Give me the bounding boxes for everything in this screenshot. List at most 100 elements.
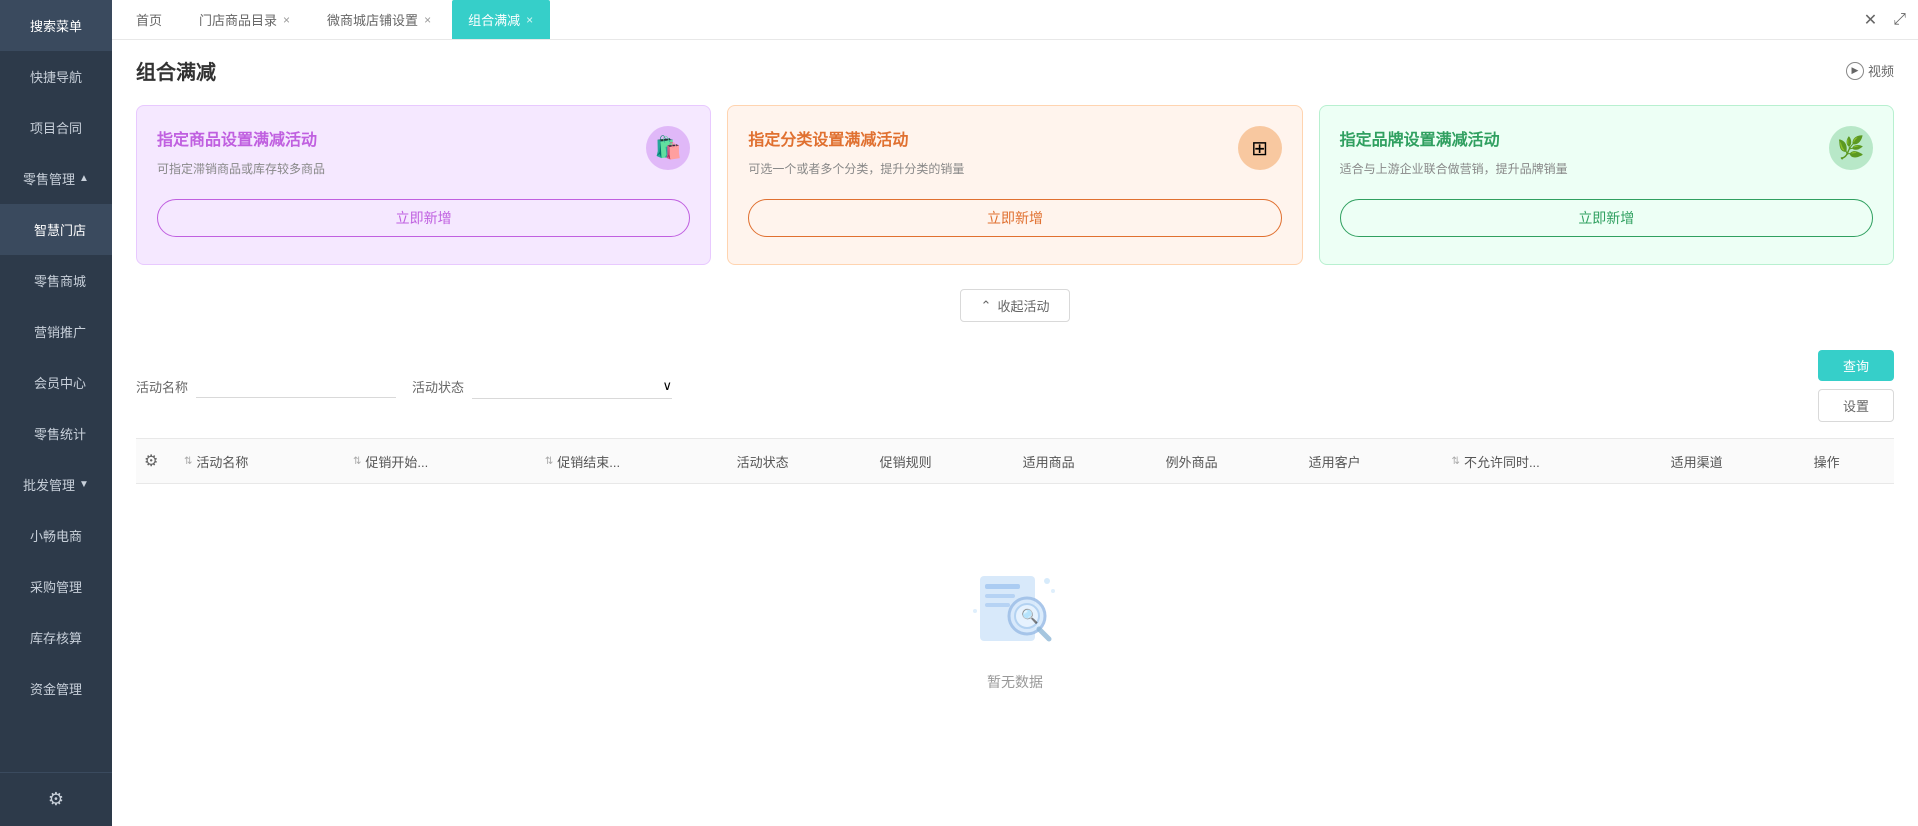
activity-table: ⚙ ⇅ 活动名称 ⇅ 促销开始... [136,438,1894,744]
tab-home-label: 首页 [136,10,162,29]
category-card-title: 指定分类设置满减活动 [748,126,1281,150]
page-header: 组合满减 ▶ 视频 [136,56,1894,85]
th-label: 促销结束... [557,452,620,471]
sort-icon[interactable]: ⇅ [545,456,553,467]
collapse-label: 收起活动 [997,296,1049,315]
sort-icon[interactable]: ⇅ [184,456,192,467]
table-body: 🔍 暂无数据 [136,484,1894,745]
brand-card-icon: 🌿 [1829,126,1873,170]
th-activity-status: 活动状态 [729,439,872,484]
chevron-down-icon: ∨ [663,378,673,394]
brand-card-desc: 适合与上游企业联合做营销，提升品牌销量 [1340,160,1873,179]
empty-illustration: 🔍 [965,556,1065,656]
product-card-icon: 🛍️ [646,126,690,170]
tab-bar-actions: ✕ ⤢ [1860,6,1910,34]
sidebar-item-quick-nav[interactable]: 快捷导航 [0,51,112,102]
sidebar-item-label: 营销推广 [34,325,86,340]
sidebar-item-search-menu[interactable]: 搜索菜单 [0,0,112,51]
sidebar-item-wholesale-mgmt[interactable]: 批发管理 ▼ [0,459,112,510]
add-product-discount-button[interactable]: 立即新增 [157,199,690,237]
table-wrap: ⚙ ⇅ 活动名称 ⇅ 促销开始... [136,438,1894,744]
sidebar-item-label: 零售管理 [23,169,75,188]
sidebar-item-fund-mgmt[interactable]: 资金管理 [0,663,112,714]
th-not-allow-concurrent: ⇅ 不允许同时... [1444,439,1663,484]
sidebar-item-inventory[interactable]: 库存核算 [0,612,112,663]
product-card-title: 指定商品设置满减活动 [157,126,690,150]
th-applicable-goods: 适用商品 [1015,439,1158,484]
empty-state: 🔍 暂无数据 [144,496,1886,732]
settings-button[interactable]: ⚙ [0,772,112,826]
close-tab-combo-discount[interactable]: × [526,13,533,27]
tab-wechat-store-label: 微商城店铺设置 [327,10,418,29]
sidebar-item-label: 小畅电商 [30,529,82,544]
activity-status-label: 活动状态 [412,377,464,396]
tab-wechat-store[interactable]: 微商城店铺设置 × [311,0,448,39]
table-header: ⚙ ⇅ 活动名称 ⇅ 促销开始... [136,439,1894,484]
sidebar-item-label: 库存核算 [30,631,82,646]
close-window-icon[interactable]: ✕ [1860,6,1881,34]
sort-icon[interactable]: ⇅ [353,456,361,467]
sidebar-item-retail-stats[interactable]: 零售统计 [0,408,112,459]
add-category-discount-button[interactable]: 立即新增 [748,199,1281,237]
search-bar: 活动名称 活动状态 ∨ 查询 设置 [136,350,1894,422]
gear-icon[interactable]: ⚙ [144,453,158,470]
sidebar-item-label: 智慧门店 [34,223,86,238]
sidebar-item-label: 会员中心 [34,376,86,391]
empty-state-cell: 🔍 暂无数据 [136,484,1894,745]
activity-status-select[interactable]: ∨ [472,374,672,399]
th-label: 适用商品 [1023,455,1075,470]
search-actions: 查询 设置 [1818,350,1894,422]
tab-home[interactable]: 首页 [120,0,179,39]
sidebar-item-project-contract[interactable]: 项目合同 [0,102,112,153]
empty-state-row: 🔍 暂无数据 [136,484,1894,745]
main-content: 首页 门店商品目录 × 微商城店铺设置 × 组合满减 × ✕ ⤢ 组合满减 ▶ … [112,0,1918,826]
sort-icon[interactable]: ⇅ [1452,456,1460,467]
sidebar-item-label: 快捷导航 [30,70,82,85]
th-label: 适用客户 [1309,455,1361,470]
category-card-desc: 可选一个或者多个分类，提升分类的销量 [748,160,1281,179]
th-applicable-customer: 适用客户 [1301,439,1444,484]
sidebar-item-retail-mall[interactable]: 零售商城 [0,255,112,306]
expand-window-icon[interactable]: ⤢ [1889,7,1910,33]
tab-combo-discount-label: 组合满减 [468,10,520,29]
th-label: 活动状态 [737,455,789,470]
collapse-activity-button[interactable]: ⌃ 收起活动 [960,289,1071,322]
add-brand-discount-button[interactable]: 立即新增 [1340,199,1873,237]
close-tab-wechat-store[interactable]: × [424,13,431,27]
th-label: 操作 [1814,455,1840,470]
query-button[interactable]: 查询 [1818,350,1894,381]
activity-name-input[interactable] [196,374,396,398]
th-operations: 操作 [1806,439,1894,484]
brand-card-title: 指定品牌设置满减活动 [1340,126,1873,150]
th-activity-name: ⇅ 活动名称 [176,439,345,484]
activity-name-label: 活动名称 [136,377,188,396]
close-tab-product-catalog[interactable]: × [283,13,290,27]
tab-combo-discount[interactable]: 组合满减 × [452,0,550,39]
chevron-up-icon: ▲ [79,173,89,184]
sidebar: 搜索菜单 快捷导航 项目合同 零售管理 ▲ 智慧门店 零售商城 营销推广 会员中… [0,0,112,826]
video-button[interactable]: ▶ 视频 [1846,61,1894,80]
sidebar-item-purchase-mgmt[interactable]: 采购管理 [0,561,112,612]
sidebar-item-marketing[interactable]: 营销推广 [0,306,112,357]
sidebar-item-member-center[interactable]: 会员中心 [0,357,112,408]
th-label: 活动名称 [196,452,248,471]
th-promo-end: ⇅ 促销结束... [537,439,729,484]
setting-button[interactable]: 设置 [1818,389,1894,422]
sidebar-item-label: 项目合同 [30,121,82,136]
svg-text:🔍: 🔍 [1021,607,1038,625]
sidebar-item-label: 批发管理 [23,475,75,494]
th-label: 促销开始... [365,452,428,471]
sidebar-item-smart-store[interactable]: 智慧门店 [0,204,112,255]
sidebar-item-xiaochangec[interactable]: 小畅电商 [0,510,112,561]
th-label: 不允许同时... [1464,452,1540,471]
th-promo-start: ⇅ 促销开始... [345,439,537,484]
th-exception-goods: 例外商品 [1158,439,1301,484]
sidebar-item-label: 采购管理 [30,580,82,595]
th-label: 适用渠道 [1671,455,1723,470]
sidebar-item-retail-mgmt[interactable]: 零售管理 ▲ [0,153,112,204]
activity-name-field: 活动名称 [136,374,396,398]
video-label: 视频 [1868,61,1894,80]
empty-text: 暂无数据 [987,672,1043,692]
page-title: 组合满减 [136,56,216,85]
tab-product-catalog[interactable]: 门店商品目录 × [183,0,307,39]
